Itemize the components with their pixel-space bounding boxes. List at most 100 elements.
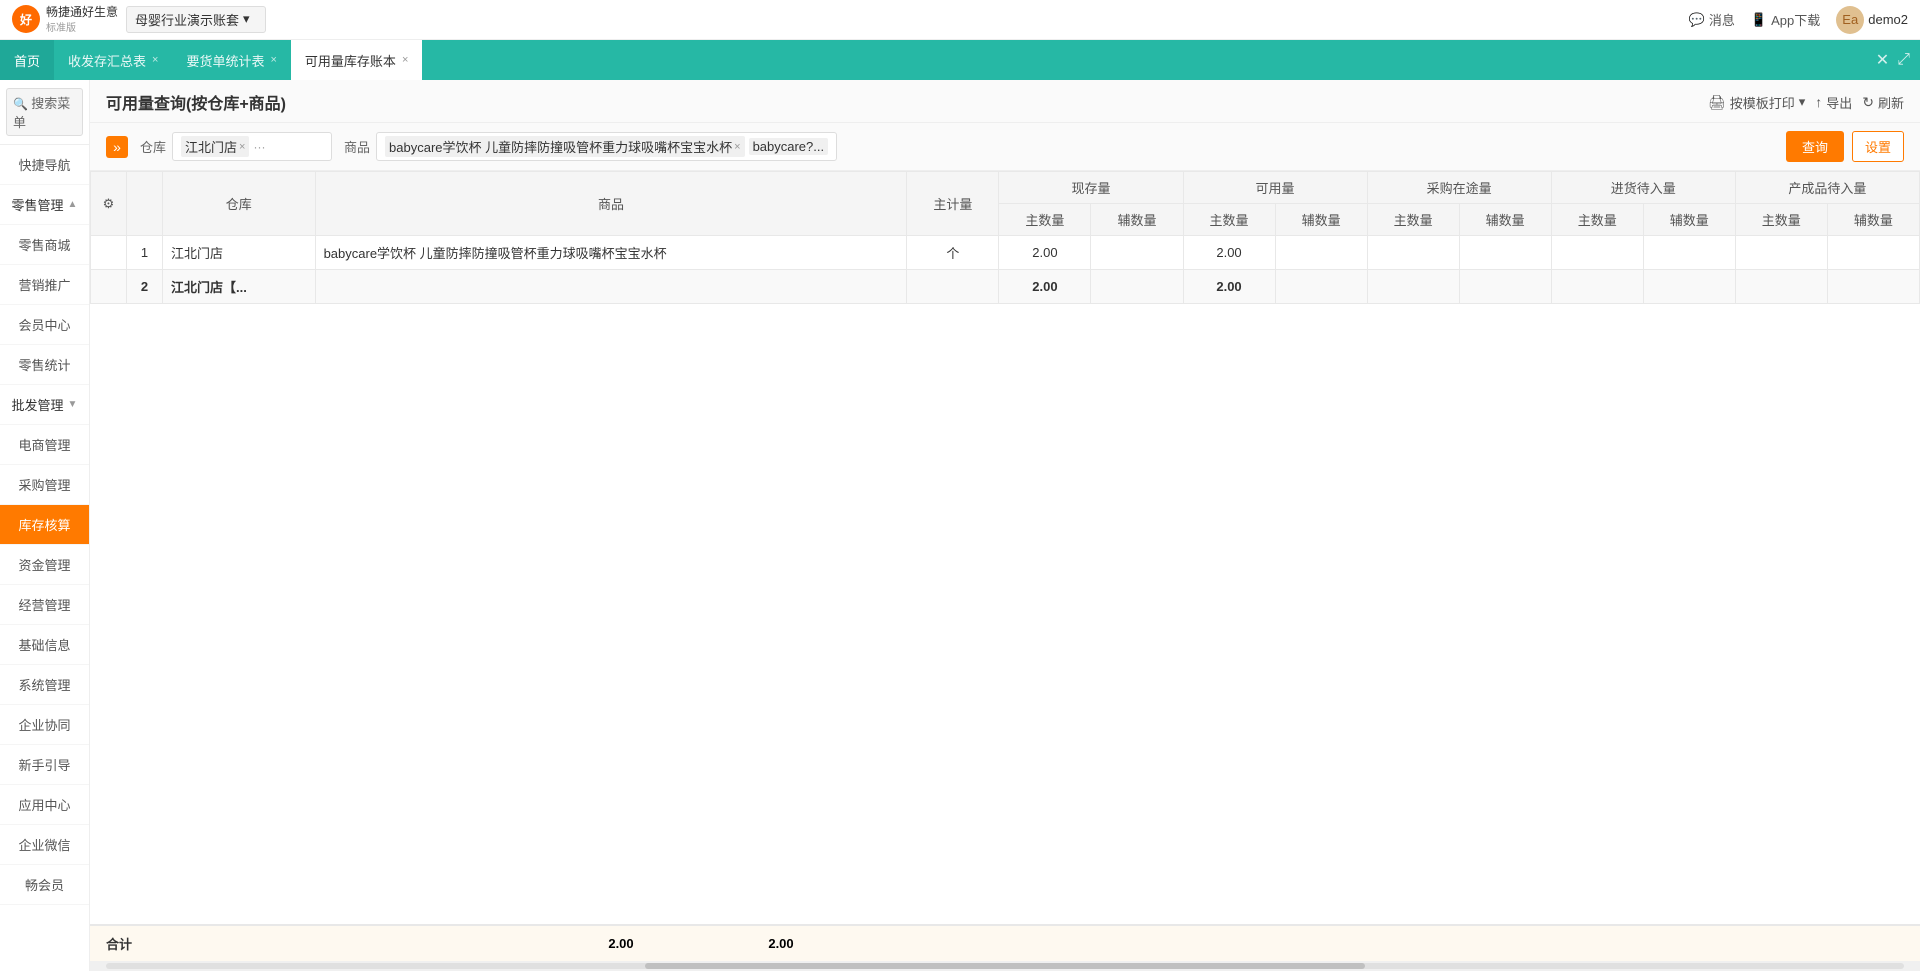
app-download-label: App下载 [1771,10,1820,29]
wholesale-mgmt-arrow: ▼ [68,399,78,410]
sidebar-item-wholesale-mgmt[interactable]: 批发管理 ▼ [0,385,89,425]
tab-receipt-summary[interactable]: 收发存汇总表 × [54,40,172,80]
row2-available-aux [1275,270,1367,304]
sidebar-item-ecommerce-label: 电商管理 [18,438,70,453]
horizontal-scrollbar[interactable] [90,961,1920,971]
sidebar-item-retail-mall[interactable]: 零售商城 [0,225,89,265]
export-button[interactable]: ↑ 导出 [1815,93,1852,112]
print-label: 按模板打印 [1730,93,1795,112]
sidebar: 🔍 搜索菜单 快捷导航 零售管理 ▲ 零售商城 营销推广 会员中心 零售统计 批… [0,80,90,971]
sidebar-item-finance[interactable]: 资金管理 [0,545,89,585]
sidebar-item-finance-label: 资金管理 [18,558,70,573]
nav-tabs: 首页 收发存汇总表 × 要货单统计表 × 可用量库存账本 × ✕ ⤢ [0,40,1920,80]
sidebar-item-wechat[interactable]: 企业微信 [0,825,89,865]
sidebar-item-member-label: 会员中心 [18,318,70,333]
sidebar-item-basic-info[interactable]: 基础信息 [0,625,89,665]
export-label: 导出 [1826,93,1852,112]
th-production-main: 主数量 [1735,204,1827,236]
warehouse-filter-input[interactable]: 江北门店 × ··· [172,132,332,161]
footer-label: 合计 [106,934,261,953]
product-tag-1-delete[interactable]: × [734,141,740,153]
sidebar-item-system[interactable]: 系统管理 [0,665,89,705]
row2-product [315,270,907,304]
sidebar-item-member2[interactable]: 畅会员 [0,865,89,905]
row2-unit [907,270,999,304]
sidebar-item-app-center[interactable]: 应用中心 [0,785,89,825]
row1-no: 1 [127,236,163,270]
settings-button[interactable]: 设置 [1852,131,1904,162]
th-settings: ⚙ [91,172,127,236]
filter-area: » 仓库 江北门店 × ··· 商品 babycare [90,123,1920,171]
nav-actions: ✕ ⤢ [1876,50,1920,70]
tab-order-stats-close[interactable]: × [270,54,276,66]
top-bar-right: 💬 消息 📱 App下载 Ea demo2 [1689,6,1908,34]
tab-home[interactable]: 首页 [0,40,54,80]
sidebar-item-system-label: 系统管理 [18,678,70,693]
sidebar-item-marketing[interactable]: 营销推广 [0,265,89,305]
sidebar-item-ecommerce[interactable]: 电商管理 [0,425,89,465]
sidebar-item-retail-mgmt[interactable]: 零售管理 ▲ [0,185,89,225]
row2-warehouse: 江北门店【... [163,270,316,304]
footer-current-main: 2.00 [581,936,661,951]
logo-text-block: 畅捷通好生意 标准版 [46,5,118,34]
sidebar-item-newbie[interactable]: 新手引导 [0,745,89,785]
warehouse-more-btn[interactable]: ··· [253,140,265,154]
sidebar-item-member2-label: 畅会员 [25,878,64,893]
sidebar-item-quick-nav[interactable]: 快捷导航 [0,145,89,185]
row2-current-aux [1091,270,1183,304]
main-layout: 🔍 搜索菜单 快捷导航 零售管理 ▲ 零售商城 营销推广 会员中心 零售统计 批… [0,80,1920,971]
top-bar: 好 畅捷通好生意 标准版 母婴行业演示账套 ▾ 💬 消息 📱 App下载 Ea … [0,0,1920,40]
sidebar-item-enterprise[interactable]: 企业协同 [0,705,89,745]
user-name: demo2 [1868,12,1908,27]
row2-inbound-main [1551,270,1643,304]
sidebar-search-button[interactable]: 🔍 搜索菜单 [6,88,83,136]
row1-unit: 个 [907,236,999,270]
sidebar-item-operations[interactable]: 经营管理 [0,585,89,625]
row1-production-main [1735,236,1827,270]
nav-close-btn[interactable]: ✕ [1876,50,1889,70]
th-production-pending: 产成品待入量 [1735,172,1919,204]
store-selector[interactable]: 母婴行业演示账套 ▾ [126,6,266,33]
top-bar-left: 好 畅捷通好生意 标准版 母婴行业演示账套 ▾ [12,5,266,34]
sidebar-item-purchase-label: 采购管理 [18,478,70,493]
tab-available-inventory[interactable]: 可用量库存账本 × [291,40,422,80]
avatar: Ea [1836,6,1864,34]
tab-order-stats[interactable]: 要货单统计表 × [172,40,290,80]
th-unit: 主计量 [907,172,999,236]
filter-expand-button[interactable]: » [106,136,128,158]
user-profile[interactable]: Ea demo2 [1836,6,1908,34]
sidebar-item-retail-stats[interactable]: 零售统计 [0,345,89,385]
row2-inbound-aux [1643,270,1735,304]
th-current-stock: 现存量 [999,172,1183,204]
sidebar-item-member[interactable]: 会员中心 [0,305,89,345]
product-tag-1: babycare学饮杯 儿童防摔防撞吸管杯重力球吸嘴杯宝宝水杯 × [385,136,745,157]
sidebar-item-inventory[interactable]: 库存核算 [0,505,89,545]
row1-inbound-main [1551,236,1643,270]
message-button[interactable]: 💬 消息 [1689,10,1735,29]
dropdown-icon: ▾ [243,11,250,27]
warehouse-tag-delete[interactable]: × [239,141,245,153]
footer-values: 2.00 2.00 [261,936,1904,951]
product-filter-label: 商品 [344,137,370,156]
query-button[interactable]: 查询 [1786,131,1844,162]
sidebar-item-purchase[interactable]: 采购管理 [0,465,89,505]
print-button[interactable]: 🖨 按模板打印 ▾ [1708,93,1805,112]
sidebar-search-area: 🔍 搜索菜单 [0,80,89,145]
row1-purchase-main [1367,236,1459,270]
page-container: 可用量查询(按仓库+商品) 🖨 按模板打印 ▾ ↑ 导出 ↻ 刷新 [90,80,1920,971]
refresh-button[interactable]: ↻ 刷新 [1862,93,1904,112]
scroll-thumb[interactable] [645,963,1364,969]
product-filter-input[interactable]: babycare学饮杯 儿童防摔防撞吸管杯重力球吸嘴杯宝宝水杯 × babyca… [376,132,837,161]
avatar-text: Ea [1842,12,1858,27]
sidebar-item-enterprise-label: 企业协同 [18,718,70,733]
sidebar-item-app-center-label: 应用中心 [18,798,70,813]
footer-current-aux-spacer [661,936,741,951]
tab-receipt-summary-close[interactable]: × [152,54,158,66]
th-inbound-aux: 辅数量 [1643,204,1735,236]
refresh-icon: ↻ [1862,94,1874,111]
app-download-button[interactable]: 📱 App下载 [1751,10,1820,29]
tab-available-inventory-close[interactable]: × [402,54,408,66]
scroll-track [106,963,1904,969]
message-icon: 💬 [1689,12,1705,28]
nav-expand-btn[interactable]: ⤢ [1897,51,1910,69]
